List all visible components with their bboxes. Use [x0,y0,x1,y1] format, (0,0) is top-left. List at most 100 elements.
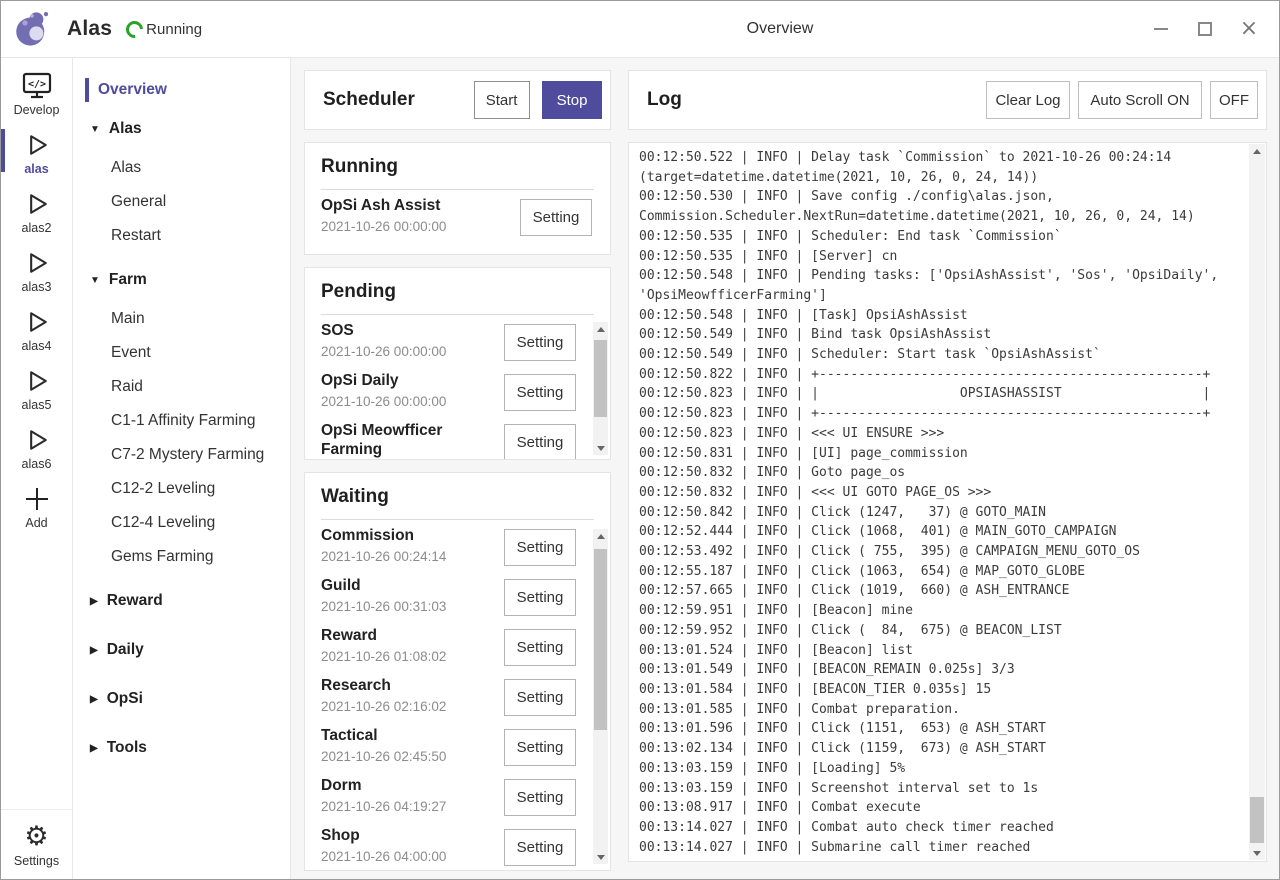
rail-item-settings[interactable]: ⚙ Settings [1,809,72,879]
titlebar: Alas Running Overview × [1,1,1279,58]
setting-button[interactable]: Setting [504,679,576,716]
nav-item-c1-1-affinity-farming[interactable]: C1-1 Affinity Farming [73,404,290,438]
task-info: Tactical2021-10-26 02:45:50 [321,726,489,764]
task-name: OpSi Meowfficer Farming [321,421,489,459]
nav-group-opsi[interactable]: ▶OpSi [73,677,290,721]
running-panel: Running OpSi Ash Assist2021-10-26 00:00:… [304,142,611,255]
waiting-task-row: Reward2021-10-26 01:08:02Setting [305,620,590,670]
setting-button[interactable]: Setting [504,529,576,566]
nav-item-overview[interactable]: Overview [85,78,290,102]
setting-button[interactable]: Setting [504,579,576,616]
task-next-run-time: 2021-10-26 02:16:02 [321,699,489,714]
start-button[interactable]: Start [474,81,530,119]
waiting-task-row: Tactical2021-10-26 02:45:50 Setting [305,720,590,770]
clear-log-button[interactable]: Clear Log [986,81,1070,119]
auto-scroll-off-button[interactable]: OFF [1210,81,1258,119]
log-line: 00:12:50.535 | INFO | Scheduler: End tas… [639,227,1237,247]
nav-group-alas[interactable]: ▼Alas [73,107,290,151]
task-next-run-time: 2021-10-26 00:00:00 [321,219,489,234]
nav-group-daily[interactable]: ▶Daily [73,628,290,672]
scroll-up-icon[interactable] [593,322,608,336]
task-name: Shop [321,826,489,845]
nav-item-c12-2-leveling[interactable]: C12-2 Leveling [73,472,290,506]
play-icon [23,425,51,455]
setting-button[interactable]: Setting [504,629,576,666]
setting-button[interactable]: Setting [520,199,592,236]
nav-item-general[interactable]: General [73,185,290,219]
nav-group-tools[interactable]: ▶Tools [73,726,290,770]
task-info: OpSi Meowfficer Farming2021-10-26 00:00:… [321,421,489,459]
log-line: 00:13:14.027 | INFO | Submarine call tim… [639,838,1237,858]
setting-button[interactable]: Setting [504,779,576,816]
task-name: OpSi Daily [321,371,489,390]
pending-task-row: SOS2021-10-26 00:00:00Setting [305,315,590,365]
log-title: Log [647,89,682,111]
rail-item-add[interactable]: Add [1,477,72,536]
pending-scrollbar[interactable] [593,322,608,455]
rail-item-alas2[interactable]: alas2 [1,182,72,241]
rail-item-alas5[interactable]: alas5 [1,359,72,418]
setting-button[interactable]: Setting [504,829,576,866]
nav-group-label: OpSi [107,690,143,707]
log-line: 00:12:50.535 | INFO | [Server] cn [639,247,1237,267]
nav-item-event[interactable]: Event [73,336,290,370]
chevron-right-icon: ▶ [90,596,98,607]
nav-item-restart[interactable]: Restart [73,219,290,253]
scroll-down-icon[interactable] [593,850,608,864]
rail-item-label: alas5 [22,398,52,412]
nav-item-c7-2-mystery-farming[interactable]: C7-2 Mystery Farming [73,438,290,472]
close-button[interactable]: × [1227,9,1271,49]
scheduler-title: Scheduler [323,89,415,111]
log-scrollbar-thumb[interactable] [1250,797,1264,843]
window-controls: × [1139,1,1271,57]
pending-panel: Pending SOS2021-10-26 00:00:00SettingOpS… [304,267,611,460]
log-line: 00:13:08.917 | INFO | Combat execute [639,798,1237,818]
maximize-button[interactable] [1183,9,1227,49]
nav-item-c12-4-leveling[interactable]: C12-4 Leveling [73,506,290,540]
rail-item-alas6[interactable]: alas6 [1,418,72,477]
log-line: 00:12:52.444 | INFO | Click (1068, 401) … [639,522,1237,542]
log-line: 00:12:50.822 | INFO | +-----------------… [639,365,1237,385]
scroll-down-icon[interactable] [593,441,608,455]
setting-button[interactable]: Setting [504,424,576,459]
stop-button[interactable]: Stop [542,81,602,119]
log-scrollbar[interactable] [1249,144,1265,860]
nav-group-reward[interactable]: ▶Reward [73,579,290,623]
log-line: 00:13:03.159 | INFO | [Loading] 5% [639,759,1237,779]
nav-item-main[interactable]: Main [73,302,290,336]
task-name: Research [321,676,489,695]
nav-group-label: Tools [107,739,147,756]
nav-group-farm[interactable]: ▼Farm [73,258,290,302]
rail-item-develop[interactable]: </>Develop [1,64,72,123]
setting-button[interactable]: Setting [504,729,576,766]
rail-item-alas[interactable]: alas [1,123,72,182]
nav-item-gems-farming[interactable]: Gems Farming [73,540,290,574]
play-icon [23,307,51,337]
nav-item-alas[interactable]: Alas [73,151,290,185]
scroll-down-icon[interactable] [1249,846,1265,860]
waiting-scrollbar[interactable] [593,529,608,864]
rail-item-alas3[interactable]: alas3 [1,241,72,300]
scroll-up-icon[interactable] [593,529,608,543]
plus-icon [24,484,50,514]
minimize-button[interactable] [1139,9,1183,49]
setting-button[interactable]: Setting [504,374,576,411]
rail-item-label: alas3 [22,280,52,294]
waiting-title: Waiting [321,486,594,520]
log-column: Log Clear Log Auto Scroll ON OFF 00:12:5… [616,58,1279,879]
waiting-panel: Waiting Commission2021-10-26 00:24:14Set… [304,472,611,871]
log-line: 00:13:01.549 | INFO | [BEACON_REMAIN 0.0… [639,660,1237,680]
scroll-up-icon[interactable] [1249,144,1265,158]
log-line: 00:12:50.842 | INFO | Click (1247, 37) @… [639,503,1237,523]
pending-scrollbar-thumb[interactable] [594,340,607,417]
task-info: Research 2021-10-26 02:16:02 [321,676,489,714]
rail-item-alas4[interactable]: alas4 [1,300,72,359]
waiting-scrollbar-thumb[interactable] [594,549,607,730]
auto-scroll-on-button[interactable]: Auto Scroll ON [1078,81,1202,119]
waiting-task-row: Commission2021-10-26 00:24:14Setting [305,520,590,570]
chevron-down-icon: ▼ [90,124,100,135]
code-icon: </> [22,71,52,101]
nav-item-raid[interactable]: Raid [73,370,290,404]
log-output[interactable]: 00:12:50.522 | INFO | Delay task `Commis… [628,142,1267,862]
setting-button[interactable]: Setting [504,324,576,361]
